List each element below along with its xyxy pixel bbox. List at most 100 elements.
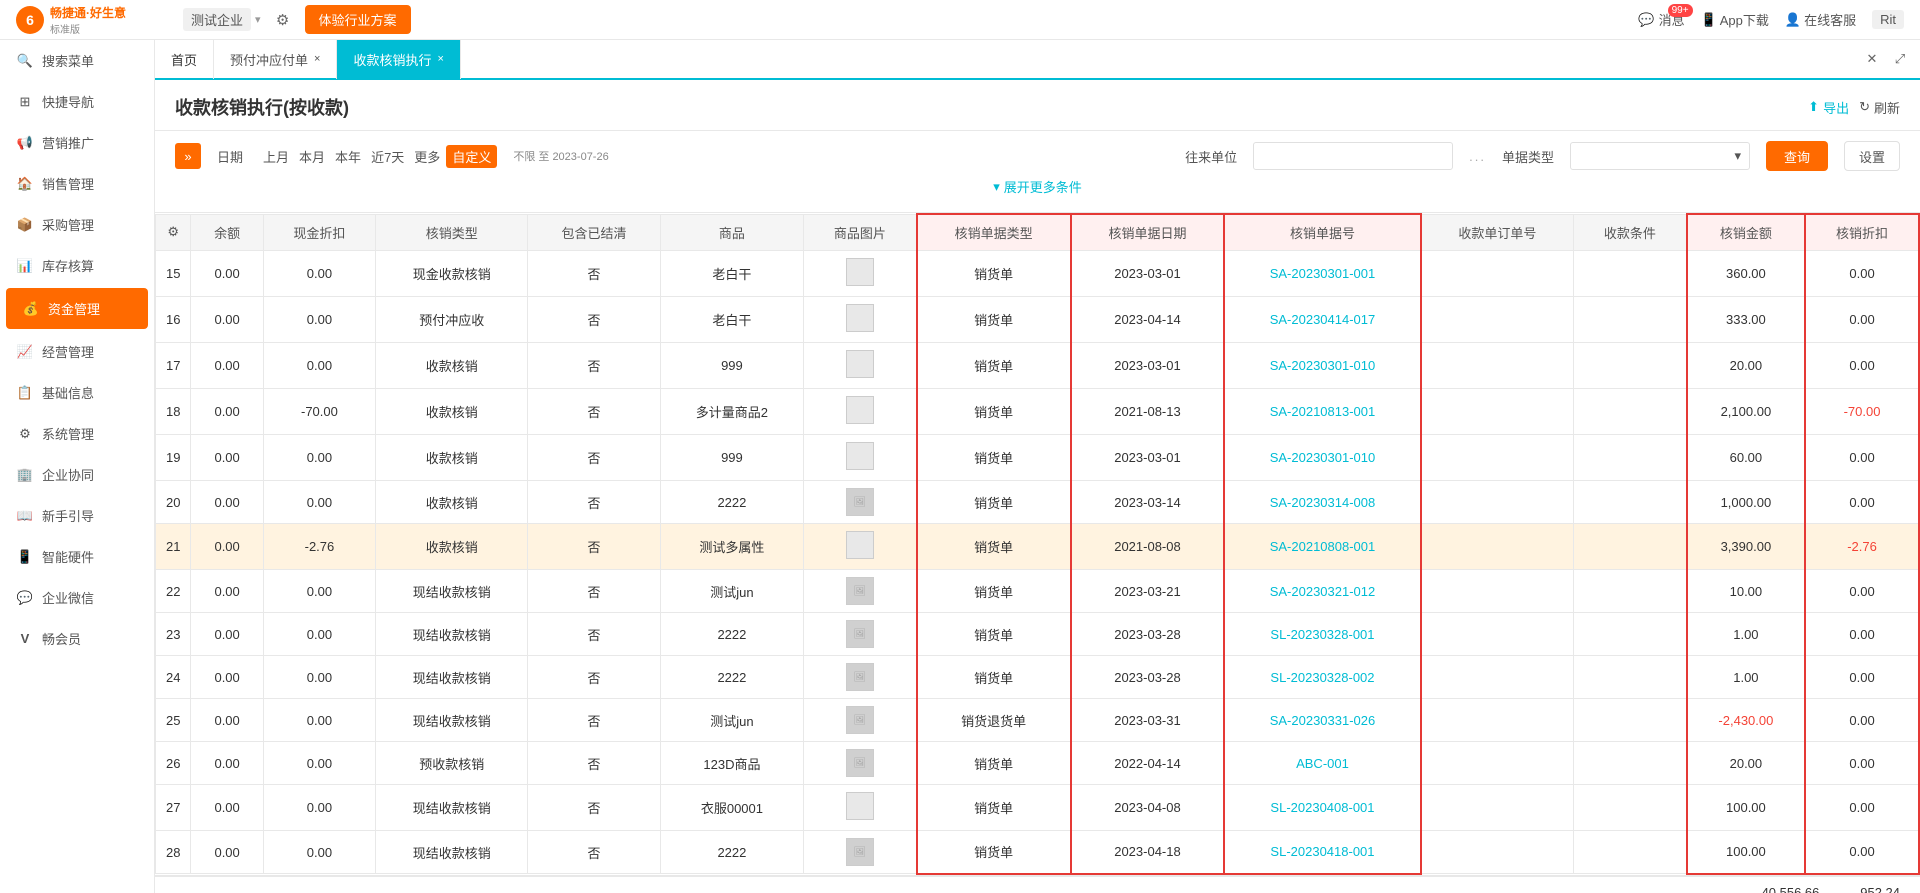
cell-bill-no[interactable]: SA-20230301-010 xyxy=(1224,343,1420,389)
cell-bill-no[interactable]: SA-20230314-008 xyxy=(1224,481,1420,524)
industry-btn[interactable]: 体验行业方案 xyxy=(305,5,411,34)
date-option-last-month[interactable]: 上月 xyxy=(259,145,293,168)
bill-no-link[interactable]: SA-20230414-017 xyxy=(1270,312,1376,327)
export-button[interactable]: ⬆ 导出 xyxy=(1808,98,1849,117)
cell-receipt-order-no xyxy=(1421,389,1574,435)
tab-prepay-close[interactable]: × xyxy=(314,53,320,65)
sidebar-item-corp[interactable]: 🏢 企业协同 xyxy=(0,454,154,495)
home-icon: 🏠 xyxy=(16,175,34,193)
sidebar-item-finance[interactable]: 💰 资金管理 xyxy=(6,288,148,329)
cell-cash-discount: 0.00 xyxy=(263,297,375,343)
cell-bill-no[interactable]: SL-20230328-002 xyxy=(1224,656,1420,699)
date-option-7days[interactable]: 近7天 xyxy=(367,145,408,168)
bill-no-link[interactable]: SA-20210813-001 xyxy=(1270,404,1376,419)
table-footer: 40,556,66... 952.24 xyxy=(155,875,1920,893)
cell-bill-no[interactable]: SA-20230331-026 xyxy=(1224,699,1420,742)
tab-close-all-icon[interactable]: ✕ xyxy=(1860,47,1884,71)
filter-expand-button[interactable]: » xyxy=(175,143,201,169)
company-name-area[interactable]: 测试企业 ▾ xyxy=(183,8,261,31)
cell-goods: 2222 xyxy=(660,481,803,524)
online-service-link[interactable]: 👤 在线客服 xyxy=(1785,10,1856,29)
bill-no-link[interactable]: SA-20210808-001 xyxy=(1270,539,1376,554)
bill-no-link[interactable]: SA-20230314-008 xyxy=(1270,495,1376,510)
bill-no-link[interactable]: SA-20230301-001 xyxy=(1270,266,1376,281)
cell-goods: 999 xyxy=(660,343,803,389)
date-option-this-year[interactable]: 本年 xyxy=(331,145,365,168)
bill-no-link[interactable]: SA-20230331-026 xyxy=(1270,713,1376,728)
sidebar-item-sales[interactable]: 🏠 销售管理 xyxy=(0,163,154,204)
user-area[interactable]: Rit xyxy=(1872,10,1904,29)
cell-bill-no[interactable]: SA-20230301-001 xyxy=(1224,251,1420,297)
box-icon: 📦 xyxy=(16,216,34,234)
sidebar-item-quick[interactable]: ⊞ 快捷导航 xyxy=(0,81,154,122)
date-option-custom[interactable]: 自定义 xyxy=(446,145,497,168)
col-settings[interactable]: ⚙ xyxy=(156,214,191,251)
cell-bill-no[interactable]: ABC-001 xyxy=(1224,742,1420,785)
sidebar-item-hardware[interactable]: 📱 智能硬件 xyxy=(0,536,154,577)
cell-bill-no[interactable]: SA-20210808-001 xyxy=(1224,524,1420,570)
cell-bill-type: 销货单 xyxy=(917,435,1071,481)
sidebar-item-guide[interactable]: 📖 新手引导 xyxy=(0,495,154,536)
cell-balance: 0.00 xyxy=(191,831,263,874)
sidebar-item-purchase[interactable]: 📦 采购管理 xyxy=(0,204,154,245)
cell-bill-no[interactable]: SA-20230414-017 xyxy=(1224,297,1420,343)
message-area[interactable]: 💬 消息 99+ xyxy=(1638,10,1684,29)
date-option-this-month[interactable]: 本月 xyxy=(295,145,329,168)
money-icon: 💰 xyxy=(22,300,40,318)
sidebar-item-system[interactable]: ⚙ 系统管理 xyxy=(0,413,154,454)
sidebar-item-label: 企业协同 xyxy=(42,465,94,484)
cell-goods-img xyxy=(804,343,917,389)
cell-bill-type: 销货单 xyxy=(917,524,1071,570)
bill-no-link[interactable]: SA-20230301-010 xyxy=(1270,358,1376,373)
bill-no-link[interactable]: SL-20230328-001 xyxy=(1270,627,1374,642)
bill-no-link[interactable]: SA-20230321-012 xyxy=(1270,584,1376,599)
sidebar-item-operation[interactable]: 📈 经营管理 xyxy=(0,331,154,372)
tab-collection[interactable]: 收款核销执行 × xyxy=(337,40,460,79)
from-unit-input[interactable] xyxy=(1253,142,1453,170)
cell-balance: 0.00 xyxy=(191,656,263,699)
app-download-link[interactable]: 📱 App下载 xyxy=(1701,10,1769,29)
col-bill-type: 核销单据类型 xyxy=(917,214,1071,251)
settings-icon-btn[interactable]: ⚙ xyxy=(269,6,297,34)
cell-bill-no[interactable]: SA-20210813-001 xyxy=(1224,389,1420,435)
col-receipt-cond: 收款条件 xyxy=(1574,214,1687,251)
bill-type-select[interactable]: ▾ xyxy=(1570,142,1750,170)
cell-goods: 2222 xyxy=(660,656,803,699)
cell-bill-no[interactable]: SL-20230328-001 xyxy=(1224,613,1420,656)
sidebar-item-search[interactable]: 🔍 搜索菜单 xyxy=(0,40,154,81)
tab-prepay[interactable]: 预付冲应付单 × xyxy=(214,40,337,79)
setting-button[interactable]: 设置 xyxy=(1844,141,1900,171)
bill-no-link[interactable]: SL-20230328-002 xyxy=(1270,670,1374,685)
sidebar-item-inventory[interactable]: 📊 库存核算 xyxy=(0,245,154,286)
cell-cancel-amount: 60.00 xyxy=(1687,435,1805,481)
sidebar-item-basic[interactable]: 📋 基础信息 xyxy=(0,372,154,413)
refresh-button[interactable]: ↻ 刷新 xyxy=(1859,98,1900,117)
tab-expand-icon[interactable]: ⤢ xyxy=(1888,47,1912,71)
query-button[interactable]: 查询 xyxy=(1766,141,1828,171)
cell-bill-no[interactable]: SA-20230321-012 xyxy=(1224,570,1420,613)
bill-no-link[interactable]: SA-20230301-010 xyxy=(1270,450,1376,465)
cell-receipt-order-no xyxy=(1421,656,1574,699)
cell-cash-discount: 0.00 xyxy=(263,613,375,656)
cell-include-settled: 否 xyxy=(528,742,660,785)
cell-bill-date: 2023-03-01 xyxy=(1071,251,1225,297)
cell-goods: 2222 xyxy=(660,613,803,656)
sidebar-item-member[interactable]: V 畅会员 xyxy=(0,618,154,659)
cell-bill-no[interactable]: SL-20230418-001 xyxy=(1224,831,1420,874)
bill-no-link[interactable]: ABC-001 xyxy=(1296,756,1349,771)
goods-image: 🖼 xyxy=(846,838,874,866)
bill-no-link[interactable]: SL-20230408-001 xyxy=(1270,800,1374,815)
tab-collection-close[interactable]: × xyxy=(437,53,443,65)
date-option-more[interactable]: 更多 xyxy=(410,145,444,168)
expand-more-bar[interactable]: ▾ 展开更多条件 xyxy=(175,171,1900,202)
sidebar-item-wechat[interactable]: 💬 企业微信 xyxy=(0,577,154,618)
sidebar-item-label: 搜索菜单 xyxy=(42,51,94,70)
sidebar-item-marketing[interactable]: 📢 营销推广 xyxy=(0,122,154,163)
expand-arrows-icon: » xyxy=(184,149,191,164)
cell-bill-no[interactable]: SA-20230301-010 xyxy=(1224,435,1420,481)
tab-home[interactable]: 首页 xyxy=(155,40,214,79)
sidebar-item-label: 新手引导 xyxy=(42,506,94,525)
cell-bill-no[interactable]: SL-20230408-001 xyxy=(1224,785,1420,831)
bill-no-link[interactable]: SL-20230418-001 xyxy=(1270,844,1374,859)
service-icon: 👤 xyxy=(1785,12,1801,28)
